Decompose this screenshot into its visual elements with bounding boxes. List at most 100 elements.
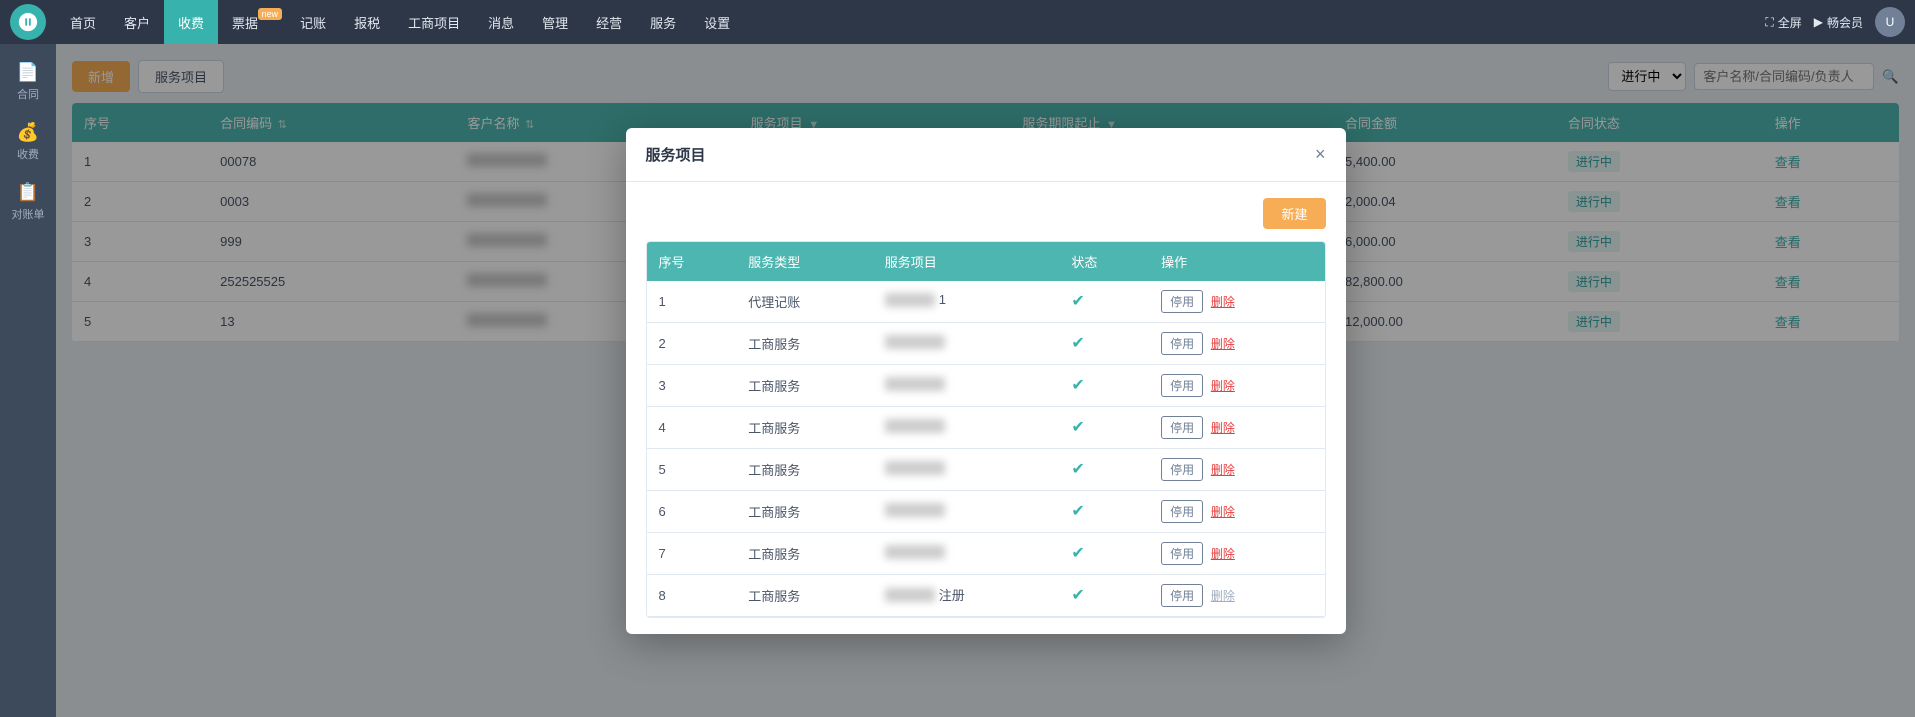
nav-tax[interactable]: 报税 [340, 0, 394, 44]
modal-col-item: 服务项目 [873, 242, 1060, 281]
modal-cell-item [873, 322, 1060, 364]
vip-btn[interactable]: ▶ 畅会员 [1814, 14, 1863, 31]
status-check-icon: ✔ [1071, 545, 1084, 562]
modal-close-button[interactable]: × [1315, 145, 1326, 163]
modal-table-row: 3 工商服务 ✔ 停用 删除 [647, 364, 1325, 406]
modal-table-row: 4 工商服务 ✔ 停用 删除 [647, 406, 1325, 448]
modal-col-seq: 序号 [647, 242, 737, 281]
status-check-icon: ✔ [1071, 587, 1084, 604]
nav-manage[interactable]: 管理 [528, 0, 582, 44]
modal-table-wrapper[interactable]: 序号 服务类型 服务项目 状态 操作 1 代理记账 1 ✔ 停用 [646, 241, 1326, 618]
content-area: 新增 服务项目 进行中 已完成 已取消 🔍 序号 合同编 [56, 44, 1915, 717]
modal-header-row: 序号 服务类型 服务项目 状态 操作 [647, 242, 1325, 281]
nav-client[interactable]: 客户 [110, 0, 164, 44]
stop-button[interactable]: 停用 [1161, 584, 1203, 607]
modal-cell-action[interactable]: 停用 删除 [1149, 281, 1324, 323]
delete-button[interactable]: 删除 [1211, 461, 1235, 478]
stop-button[interactable]: 停用 [1161, 416, 1203, 439]
status-check-icon: ✔ [1071, 293, 1084, 310]
modal-cell-status: ✔ [1059, 322, 1149, 364]
nav-items: 首页 客户 收费 票据 new 记账 报税 工商项目 消息 管理 经营 服务 设… [56, 0, 1765, 44]
status-check-icon: ✔ [1071, 377, 1084, 394]
delete-button[interactable]: 删除 [1211, 377, 1235, 394]
nav-service[interactable]: 服务 [636, 0, 690, 44]
delete-button[interactable]: 删除 [1211, 293, 1235, 310]
modal-col-action: 操作 [1149, 242, 1324, 281]
sidebar-item-fee[interactable]: 💰 收费 [2, 114, 54, 170]
modal-new-button[interactable]: 新建 [1263, 198, 1325, 229]
stop-button[interactable]: 停用 [1161, 332, 1203, 355]
modal-col-type: 服务类型 [736, 242, 872, 281]
modal-cell-action[interactable]: 停用 删除 [1149, 322, 1324, 364]
modal-title: 服务项目 [646, 144, 706, 165]
modal-body: 新建 序号 服务类型 服务项目 状态 操作 [626, 182, 1346, 634]
fee-icon: 💰 [17, 122, 39, 143]
modal-table-row: 8 工商服务 注册 ✔ 停用 删除 [647, 574, 1325, 616]
status-check-icon: ✔ [1071, 461, 1084, 478]
service-modal: 服务项目 × 新建 序号 服务类型 服务项目 [626, 128, 1346, 634]
modal-cell-action[interactable]: 停用 删除 [1149, 574, 1324, 616]
modal-cell-item [873, 532, 1060, 574]
sidebar-item-contract-label: 合同 [17, 86, 39, 102]
avatar[interactable]: U [1875, 7, 1905, 37]
modal-cell-type: 工商服务 [736, 532, 872, 574]
nav-home[interactable]: 首页 [56, 0, 110, 44]
status-check-icon: ✔ [1071, 419, 1084, 436]
sidebar-item-reconcile[interactable]: 📋 对账单 [2, 174, 54, 230]
modal-table-row: 1 代理记账 1 ✔ 停用 删除 [647, 281, 1325, 323]
modal-cell-type: 工商服务 [736, 448, 872, 490]
delete-button[interactable]: 删除 [1211, 419, 1235, 436]
sidebar-item-contract[interactable]: 📄 合同 [2, 54, 54, 110]
modal-table-row: 2 工商服务 ✔ 停用 删除 [647, 322, 1325, 364]
status-check-icon: ✔ [1071, 335, 1084, 352]
modal-cell-seq: 5 [647, 448, 737, 490]
stop-button[interactable]: 停用 [1161, 290, 1203, 313]
new-badge: new [258, 8, 283, 20]
modal-overlay: 服务项目 × 新建 序号 服务类型 服务项目 [56, 44, 1915, 717]
modal-cell-item: 注册 [873, 574, 1060, 616]
stop-button[interactable]: 停用 [1161, 542, 1203, 565]
delete-button[interactable]: 删除 [1211, 335, 1235, 352]
delete-button[interactable]: 删除 [1211, 545, 1235, 562]
app-logo [10, 4, 46, 40]
modal-cell-status: ✔ [1059, 281, 1149, 323]
modal-cell-action[interactable]: 停用 删除 [1149, 532, 1324, 574]
nav-bookkeeping[interactable]: 记账 [286, 0, 340, 44]
delete-button[interactable]: 删除 [1211, 587, 1235, 604]
modal-cell-status: ✔ [1059, 364, 1149, 406]
modal-cell-status: ✔ [1059, 574, 1149, 616]
reconcile-icon: 📋 [17, 182, 39, 203]
modal-cell-type: 工商服务 [736, 364, 872, 406]
modal-cell-seq: 4 [647, 406, 737, 448]
nav-invoice[interactable]: 票据 new [218, 0, 286, 44]
stop-button[interactable]: 停用 [1161, 458, 1203, 481]
main-layout: 📄 合同 💰 收费 📋 对账单 新增 服务项目 进行中 已完成 已取消 [0, 44, 1915, 717]
modal-cell-action[interactable]: 停用 删除 [1149, 490, 1324, 532]
modal-table-row: 7 工商服务 ✔ 停用 删除 [647, 532, 1325, 574]
modal-cell-seq: 6 [647, 490, 737, 532]
modal-cell-item [873, 364, 1060, 406]
nav-settings[interactable]: 设置 [690, 0, 744, 44]
modal-cell-type: 工商服务 [736, 574, 872, 616]
delete-button[interactable]: 删除 [1211, 503, 1235, 520]
modal-cell-seq: 2 [647, 322, 737, 364]
modal-cell-seq: 1 [647, 281, 737, 323]
fullscreen-btn[interactable]: ⛶ 全屏 [1765, 14, 1801, 31]
modal-cell-type: 工商服务 [736, 490, 872, 532]
stop-button[interactable]: 停用 [1161, 374, 1203, 397]
modal-cell-type: 工商服务 [736, 322, 872, 364]
nav-fee[interactable]: 收费 [164, 0, 218, 44]
fullscreen-icon: ⛶ [1765, 15, 1773, 30]
modal-cell-action[interactable]: 停用 删除 [1149, 448, 1324, 490]
modal-header: 服务项目 × [626, 128, 1346, 182]
nav-message[interactable]: 消息 [474, 0, 528, 44]
nav-business[interactable]: 工商项目 [394, 0, 474, 44]
modal-cell-action[interactable]: 停用 删除 [1149, 364, 1324, 406]
modal-cell-status: ✔ [1059, 490, 1149, 532]
modal-cell-action[interactable]: 停用 删除 [1149, 406, 1324, 448]
stop-button[interactable]: 停用 [1161, 500, 1203, 523]
video-icon: ▶ [1814, 15, 1823, 29]
nav-operation[interactable]: 经营 [582, 0, 636, 44]
top-navigation: 首页 客户 收费 票据 new 记账 报税 工商项目 消息 管理 经营 服务 设… [0, 0, 1915, 44]
sidebar: 📄 合同 💰 收费 📋 对账单 [0, 44, 56, 717]
